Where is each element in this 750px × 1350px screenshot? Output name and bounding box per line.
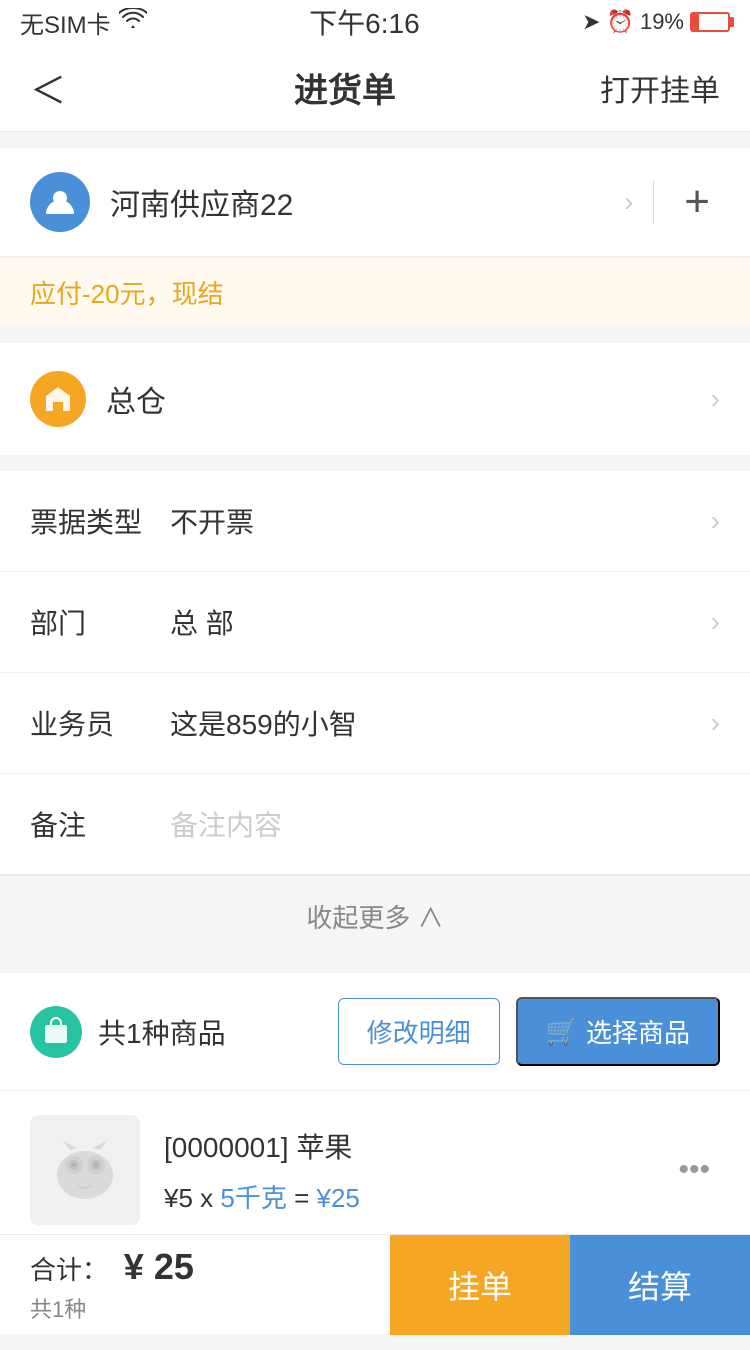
department-value: 总 部 xyxy=(170,602,701,642)
status-bar-right: ➤ ⏰ 19% xyxy=(582,9,730,35)
remark-value[interactable]: 备注内容 xyxy=(170,804,720,844)
back-button[interactable]: ＜ xyxy=(30,62,90,114)
salesperson-row[interactable]: 业务员 这是859的小智 › xyxy=(0,673,750,774)
total-value: ¥25 xyxy=(317,1183,360,1213)
product-price: ¥5 x 5千克 = ¥25 xyxy=(164,1178,668,1215)
nav-bar: ＜ 进货单 打开挂单 xyxy=(0,44,750,132)
warehouse-name: 总仓 xyxy=(106,377,701,421)
battery-icon xyxy=(690,12,730,32)
edit-detail-button[interactable]: 修改明细 xyxy=(338,998,500,1065)
price-x: x xyxy=(200,1183,220,1213)
chevron-right-icon: › xyxy=(624,186,633,218)
chevron-right-icon-5: › xyxy=(711,707,720,739)
select-btn-label: 选择商品 xyxy=(586,1013,690,1050)
product-info: [0000001] 苹果 ¥5 x 5千克 = ¥25 xyxy=(164,1126,668,1215)
status-bar: 无SIM卡 下午6:16 ➤ ⏰ 19% xyxy=(0,0,750,44)
divider xyxy=(653,180,654,224)
products-icon xyxy=(30,1006,82,1058)
wifi-icon xyxy=(119,8,147,37)
chevron-right-icon-3: › xyxy=(711,505,720,537)
avatar xyxy=(30,172,90,232)
price-value: ¥5 xyxy=(164,1183,193,1213)
status-time: 下午6:16 xyxy=(309,2,420,42)
warehouse-section[interactable]: 总仓 › xyxy=(0,343,750,455)
section-gap-1 xyxy=(0,132,750,148)
remark-row[interactable]: 备注 备注内容 xyxy=(0,774,750,875)
department-label: 部门 xyxy=(30,602,170,642)
chevron-right-icon-2: › xyxy=(711,383,720,415)
page-title: 进货单 xyxy=(294,63,396,112)
total-label: 合计： xyxy=(30,1255,108,1285)
total-amount: ¥ 25 xyxy=(124,1246,194,1287)
warehouse-icon xyxy=(30,371,86,427)
warning-bar: 应付-20元，现结 xyxy=(0,257,750,327)
supplier-name: 河南供应商22 xyxy=(110,180,614,224)
product-item: [0000001] 苹果 ¥5 x 5千克 = ¥25 ••• xyxy=(0,1091,750,1250)
section-gap-3 xyxy=(0,455,750,471)
alarm-icon: ⏰ xyxy=(607,9,634,35)
collapse-button[interactable]: 收起更多 ∧ xyxy=(0,875,750,957)
department-row[interactable]: 部门 总 部 › xyxy=(0,572,750,673)
add-supplier-button[interactable]: + xyxy=(674,177,720,227)
chevron-right-icon-4: › xyxy=(711,606,720,638)
total-count: 共1种 xyxy=(30,1292,360,1324)
form-section: 票据类型 不开票 › 部门 总 部 › 业务员 这是859的小智 › 备注 备注… xyxy=(0,471,750,875)
bottom-bar: 合计： ¥ 25 共1种 挂单 结算 xyxy=(0,1234,750,1334)
status-bar-left: 无SIM卡 xyxy=(20,5,147,40)
signal-text: 无SIM卡 xyxy=(20,5,111,40)
invoice-value: 不开票 xyxy=(170,501,701,541)
products-header: 共1种商品 修改明细 🛒 选择商品 xyxy=(0,973,750,1091)
product-name: [0000001] 苹果 xyxy=(164,1126,668,1166)
invoice-label: 票据类型 xyxy=(30,501,170,541)
supplier-section: 河南供应商22 › + 应付-20元，现结 xyxy=(0,148,750,327)
more-options-button[interactable]: ••• xyxy=(668,1143,720,1197)
select-product-button[interactable]: 🛒 选择商品 xyxy=(516,997,720,1066)
checkout-button[interactable]: 结算 xyxy=(570,1235,750,1335)
products-count: 共1种商品 xyxy=(98,1012,338,1052)
invoice-row[interactable]: 票据类型 不开票 › xyxy=(0,471,750,572)
price-eq: = xyxy=(294,1183,316,1213)
hang-button[interactable]: 挂单 xyxy=(390,1235,570,1335)
open-hang-button[interactable]: 打开挂单 xyxy=(600,66,720,110)
warehouse-row[interactable]: 总仓 › xyxy=(0,343,750,455)
location-icon: ➤ xyxy=(582,9,600,35)
remark-label: 备注 xyxy=(30,804,170,844)
salesperson-label: 业务员 xyxy=(30,703,170,743)
supplier-row[interactable]: 河南供应商22 › + xyxy=(0,148,750,257)
section-gap-2 xyxy=(0,327,750,343)
battery-percent: 19% xyxy=(640,9,684,35)
quantity-value: 5千克 xyxy=(220,1183,286,1213)
product-thumbnail xyxy=(30,1115,140,1225)
salesperson-value: 这是859的小智 xyxy=(170,703,701,743)
total-section: 合计： ¥ 25 共1种 xyxy=(0,1246,390,1324)
select-icon: 🛒 xyxy=(546,1016,578,1047)
